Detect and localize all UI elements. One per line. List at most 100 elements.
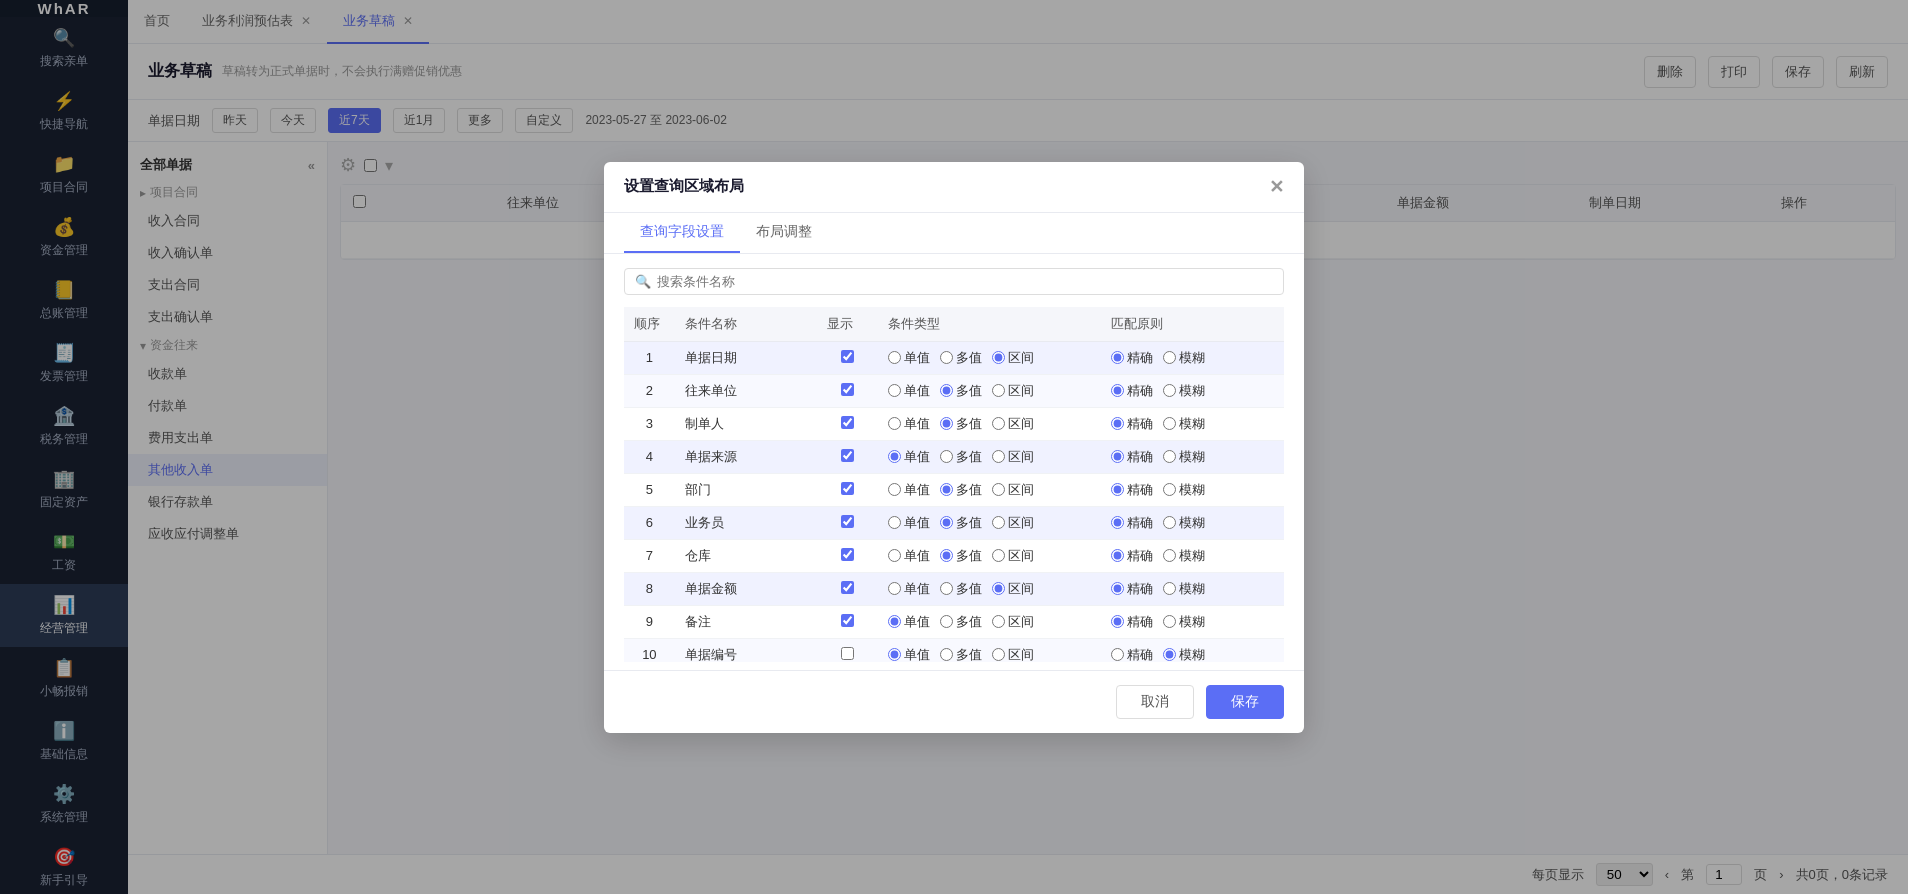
match-option[interactable]: 模糊 — [1163, 448, 1205, 466]
modal-tab-query-fields[interactable]: 查询字段设置 — [624, 213, 740, 253]
match-option[interactable]: 模糊 — [1163, 613, 1205, 631]
type-option[interactable]: 区间 — [992, 646, 1034, 662]
cell-type[interactable]: 单值多值区间 — [878, 473, 1101, 506]
type-option[interactable]: 区间 — [992, 580, 1034, 598]
match-option[interactable]: 模糊 — [1163, 481, 1205, 499]
modal-footer: 取消 保存 — [604, 670, 1304, 733]
type-option[interactable]: 多值 — [940, 448, 982, 466]
match-option[interactable]: 精确 — [1111, 547, 1153, 565]
cell-type[interactable]: 单值多值区间 — [878, 506, 1101, 539]
show-checkbox[interactable] — [841, 383, 854, 396]
match-option[interactable]: 精确 — [1111, 382, 1153, 400]
match-option[interactable]: 模糊 — [1163, 547, 1205, 565]
type-option[interactable]: 单值 — [888, 481, 930, 499]
modal-search-input[interactable] — [657, 274, 1273, 289]
type-option[interactable]: 单值 — [888, 613, 930, 631]
type-option[interactable]: 区间 — [992, 448, 1034, 466]
type-option[interactable]: 单值 — [888, 514, 930, 532]
type-option[interactable]: 多值 — [940, 382, 982, 400]
type-option[interactable]: 区间 — [992, 481, 1034, 499]
cell-match[interactable]: 精确模糊 — [1101, 638, 1284, 662]
type-option[interactable]: 区间 — [992, 613, 1034, 631]
modal-close-button[interactable]: ✕ — [1269, 176, 1284, 198]
cell-type[interactable]: 单值多值区间 — [878, 572, 1101, 605]
modal-save-button[interactable]: 保存 — [1206, 685, 1284, 719]
show-checkbox[interactable] — [841, 515, 854, 528]
type-option[interactable]: 单值 — [888, 580, 930, 598]
match-option[interactable]: 精确 — [1111, 580, 1153, 598]
match-option[interactable]: 精确 — [1111, 613, 1153, 631]
type-option[interactable]: 多值 — [940, 547, 982, 565]
match-option[interactable]: 精确 — [1111, 514, 1153, 532]
type-option[interactable]: 多值 — [940, 580, 982, 598]
type-option[interactable]: 多值 — [940, 613, 982, 631]
cell-match[interactable]: 精确模糊 — [1101, 440, 1284, 473]
show-checkbox[interactable] — [841, 449, 854, 462]
cell-show[interactable] — [817, 638, 878, 662]
cell-match[interactable]: 精确模糊 — [1101, 572, 1284, 605]
cell-type[interactable]: 单值多值区间 — [878, 539, 1101, 572]
match-option[interactable]: 精确 — [1111, 415, 1153, 433]
type-option[interactable]: 区间 — [992, 415, 1034, 433]
type-option[interactable]: 多值 — [940, 349, 982, 367]
cancel-button[interactable]: 取消 — [1116, 685, 1194, 719]
match-option[interactable]: 模糊 — [1163, 349, 1205, 367]
match-option[interactable]: 模糊 — [1163, 415, 1205, 433]
type-option[interactable]: 单值 — [888, 646, 930, 662]
match-option[interactable]: 精确 — [1111, 448, 1153, 466]
match-option[interactable]: 精确 — [1111, 646, 1153, 662]
match-option[interactable]: 精确 — [1111, 349, 1153, 367]
cell-type[interactable]: 单值多值区间 — [878, 342, 1101, 375]
match-option[interactable]: 模糊 — [1163, 382, 1205, 400]
cell-match[interactable]: 精确模糊 — [1101, 407, 1284, 440]
modal-overlay[interactable]: 设置查询区域布局 ✕ 查询字段设置 布局调整 🔍 顺序 条件名称 显示 — [0, 0, 1908, 894]
cell-match[interactable]: 精确模糊 — [1101, 374, 1284, 407]
match-option[interactable]: 模糊 — [1163, 580, 1205, 598]
show-checkbox[interactable] — [841, 614, 854, 627]
cell-show[interactable] — [817, 605, 878, 638]
type-option[interactable]: 区间 — [992, 382, 1034, 400]
show-checkbox[interactable] — [841, 482, 854, 495]
cell-match[interactable]: 精确模糊 — [1101, 473, 1284, 506]
cell-match[interactable]: 精确模糊 — [1101, 539, 1284, 572]
show-checkbox[interactable] — [841, 581, 854, 594]
cell-type[interactable]: 单值多值区间 — [878, 638, 1101, 662]
show-checkbox[interactable] — [841, 350, 854, 363]
cell-type[interactable]: 单值多值区间 — [878, 407, 1101, 440]
cell-show[interactable] — [817, 506, 878, 539]
cell-type[interactable]: 单值多值区间 — [878, 440, 1101, 473]
type-option[interactable]: 单值 — [888, 547, 930, 565]
cell-show[interactable] — [817, 440, 878, 473]
cell-show[interactable] — [817, 342, 878, 375]
type-option[interactable]: 多值 — [940, 514, 982, 532]
th-match: 匹配原则 — [1101, 307, 1284, 342]
match-option[interactable]: 模糊 — [1163, 646, 1205, 662]
type-option[interactable]: 多值 — [940, 415, 982, 433]
modal-tab-layout[interactable]: 布局调整 — [740, 213, 828, 253]
type-option[interactable]: 区间 — [992, 349, 1034, 367]
cell-match[interactable]: 精确模糊 — [1101, 506, 1284, 539]
cell-show[interactable] — [817, 539, 878, 572]
show-checkbox[interactable] — [841, 416, 854, 429]
cell-type[interactable]: 单值多值区间 — [878, 605, 1101, 638]
type-option[interactable]: 区间 — [992, 547, 1034, 565]
cell-show[interactable] — [817, 473, 878, 506]
type-option[interactable]: 单值 — [888, 415, 930, 433]
type-option[interactable]: 单值 — [888, 349, 930, 367]
cell-show[interactable] — [817, 407, 878, 440]
match-option[interactable]: 精确 — [1111, 481, 1153, 499]
show-checkbox[interactable] — [841, 647, 854, 660]
cell-order: 6 — [624, 506, 675, 539]
cell-show[interactable] — [817, 374, 878, 407]
cell-match[interactable]: 精确模糊 — [1101, 342, 1284, 375]
cell-match[interactable]: 精确模糊 — [1101, 605, 1284, 638]
type-option[interactable]: 单值 — [888, 448, 930, 466]
type-option[interactable]: 单值 — [888, 382, 930, 400]
match-option[interactable]: 模糊 — [1163, 514, 1205, 532]
cell-type[interactable]: 单值多值区间 — [878, 374, 1101, 407]
show-checkbox[interactable] — [841, 548, 854, 561]
type-option[interactable]: 多值 — [940, 646, 982, 662]
cell-show[interactable] — [817, 572, 878, 605]
type-option[interactable]: 多值 — [940, 481, 982, 499]
type-option[interactable]: 区间 — [992, 514, 1034, 532]
